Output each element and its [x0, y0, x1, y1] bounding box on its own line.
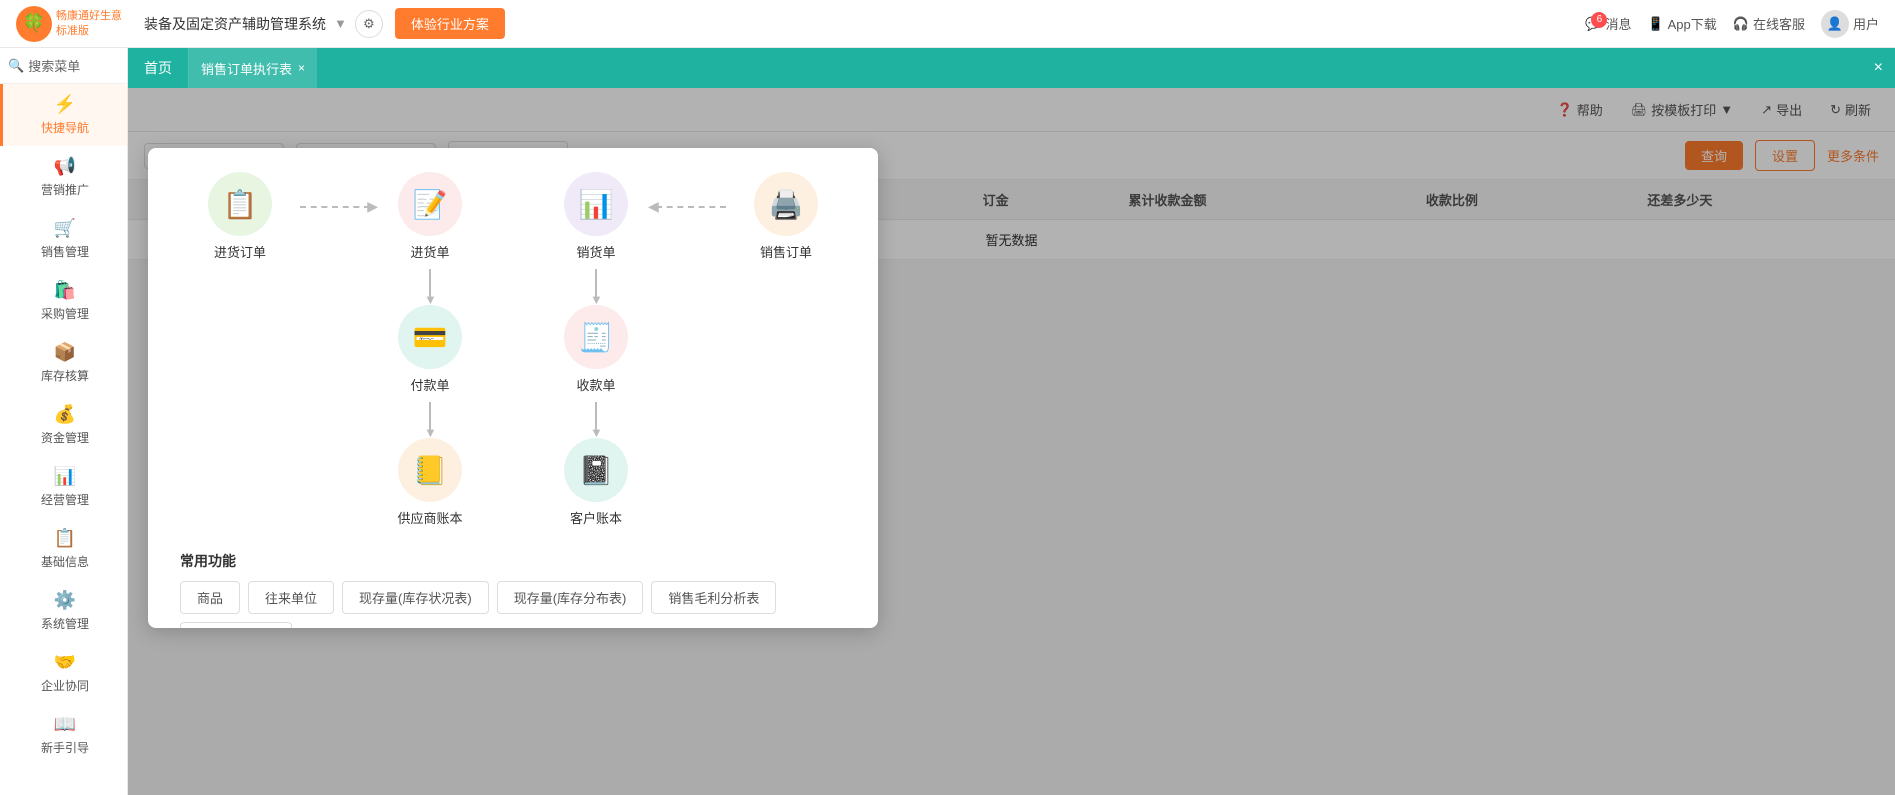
app-container: 🍀 畅康通好生意 标准版 装备及固定资产辅助管理系统 ▼ ⚙ 体验行业方案 💬 …: [0, 0, 1895, 795]
avatar: 👤: [1821, 10, 1849, 38]
arrow-left-1: ◀: [656, 206, 726, 228]
common-functions-section: 常用功能 商品 往来单位 现存量(库存状况表) 现存量(库存分布表) 销售毛利分…: [180, 551, 846, 628]
operation-icon: 📊: [54, 466, 76, 487]
sales-bill-down: ▼: [536, 269, 656, 297]
func-btn-partner[interactable]: 往来单位: [248, 581, 334, 614]
spacer-left: [180, 269, 300, 297]
flow-node-purchase-bill[interactable]: 📝 进货单: [370, 172, 490, 261]
purchase-icon: 🛍️: [54, 280, 76, 301]
top-bar: 🍀 畅康通好生意 标准版 装备及固定资产辅助管理系统 ▼ ⚙ 体验行业方案 💬 …: [0, 0, 1895, 48]
tab-bar: 首页 销售订单执行表 × ×: [128, 48, 1895, 88]
sales-icon: 🛒: [54, 218, 76, 239]
sidebar-item-purchase[interactable]: 🛍️ 采购管理: [0, 270, 127, 332]
modal-overlay[interactable]: 📋 进货订单 ▶: [128, 88, 1895, 795]
flow-row-1: 📋 进货订单 ▶: [180, 172, 846, 261]
user-menu-button[interactable]: 👤 用户: [1821, 10, 1879, 38]
flow-node-payment-bill[interactable]: 💳 付款单: [370, 305, 490, 394]
logo-area: 🍀 畅康通好生意 标准版: [16, 6, 144, 42]
tab-close-right-button[interactable]: ×: [1862, 59, 1895, 77]
sidebar: 🔍 搜索菜单 ⚡ 快捷导航 📢 营销推广 🛒 销售管理 🛍️ 采购管理 📦: [0, 48, 128, 795]
message-badge-wrap: 💬 6: [1585, 16, 1601, 32]
sidebar-item-sales[interactable]: 🛒 销售管理: [0, 208, 127, 270]
flow-node-sales-order[interactable]: 🖨️ 销售订单: [726, 172, 846, 261]
main-area: 🔍 搜索菜单 ⚡ 快捷导航 📢 营销推广 🛒 销售管理 🛍️ 采购管理 📦: [0, 48, 1895, 795]
marketing-icon: 📢: [54, 156, 76, 177]
top-right: 💬 6 消息 📱 App下载 🎧 在线客服 👤 用户: [1585, 10, 1879, 38]
func-btn-inventory-dist[interactable]: 现存量(库存分布表): [497, 581, 644, 614]
tab-home[interactable]: 首页: [128, 48, 189, 88]
sidebar-item-marketing[interactable]: 📢 营销推广: [0, 146, 127, 208]
content-area: 首页 销售订单执行表 × × ❓ 帮助 🖨: [128, 48, 1895, 795]
system-name: 装备及固定资产辅助管理系统 ▼ ⚙ 体验行业方案: [144, 8, 1585, 39]
func-btn-inventory-status[interactable]: 现存量(库存状况表): [342, 581, 489, 614]
inventory-icon: 📦: [54, 342, 76, 363]
receipt-bill-circle: 🧾: [564, 305, 628, 369]
base-info-icon: 📋: [54, 528, 76, 549]
flow-node-sales-bill[interactable]: 📊 销货单: [536, 172, 656, 261]
sales-order-circle: 🖨️: [754, 172, 818, 236]
purchase-bill-circle: 📝: [398, 172, 462, 236]
phone-icon: 📱: [1647, 16, 1663, 32]
page-content: ❓ 帮助 🖨 按模板打印 ▼ ↗ 导出 ↻ 刷新: [128, 88, 1895, 795]
supplier-ledger-circle: 📒: [398, 438, 462, 502]
sidebar-item-system[interactable]: ⚙️ 系统管理: [0, 580, 127, 642]
enterprise-icon: 🤝: [54, 652, 76, 673]
spacer-right: [726, 269, 846, 297]
system-title: 装备及固定资产辅助管理系统: [144, 14, 326, 34]
tab-close-button[interactable]: ×: [298, 61, 305, 75]
flow-row-2: 💳 付款单 🧾 收款单: [180, 305, 846, 394]
sidebar-item-base-info[interactable]: 📋 基础信息: [0, 518, 127, 580]
flow-node-customer-ledger[interactable]: 📓 客户账本: [536, 438, 656, 527]
dropdown-arrow-icon[interactable]: ▼: [334, 16, 347, 31]
trial-button[interactable]: 体验行业方案: [395, 8, 505, 39]
spacer-arrow2: [656, 269, 726, 297]
func-btn-product[interactable]: 商品: [180, 581, 240, 614]
finance-icon: 💰: [54, 404, 76, 425]
message-button[interactable]: 💬 6 消息: [1585, 14, 1631, 33]
modal-box: 📋 进货订单 ▶: [148, 148, 878, 628]
flow-arrows-row-2: ▼ ▼: [180, 402, 846, 430]
spacer-mid2: [490, 269, 536, 297]
logo-text: 畅康通好生意 标准版: [56, 9, 122, 38]
sidebar-item-operation[interactable]: 📊 经营管理: [0, 456, 127, 518]
gear-button[interactable]: ⚙: [355, 10, 383, 38]
quick-guide-icon: ⚡: [54, 94, 76, 115]
online-service-button[interactable]: 🎧 在线客服: [1733, 14, 1805, 33]
purchase-bill-down: ▼: [370, 269, 490, 297]
sidebar-item-newbie[interactable]: 📖 新手引导: [0, 704, 127, 766]
flow-row-3: 📒 供应商账本 📓 客户账本: [180, 438, 846, 527]
spacer-arrow: [300, 269, 370, 297]
system-icon: ⚙️: [54, 590, 76, 611]
func-btn-product-gross[interactable]: 商品毛利分析: [180, 622, 292, 628]
search-icon: 🔍: [8, 58, 24, 74]
sidebar-item-quick-guide[interactable]: ⚡ 快捷导航: [0, 84, 127, 146]
sidebar-item-enterprise[interactable]: 🤝 企业协同: [0, 642, 127, 704]
message-badge: 6: [1591, 12, 1607, 28]
payment-bill-circle: 💳: [398, 305, 462, 369]
sidebar-search[interactable]: 🔍 搜索菜单: [0, 48, 127, 84]
flow-node-receipt-bill[interactable]: 🧾 收款单: [536, 305, 656, 394]
newbie-icon: 📖: [54, 714, 76, 735]
logo-icon: 🍀: [16, 6, 52, 42]
sidebar-item-finance[interactable]: 💰 资金管理: [0, 394, 127, 456]
purchase-order-circle: 📋: [208, 172, 272, 236]
flow-node-supplier-ledger[interactable]: 📒 供应商账本: [370, 438, 490, 527]
tab-sales-order[interactable]: 销售订单执行表 ×: [189, 48, 317, 88]
customer-ledger-circle: 📓: [564, 438, 628, 502]
common-functions-title: 常用功能: [180, 551, 846, 571]
func-buttons-row1: 商品 往来单位 现存量(库存状况表) 现存量(库存分布表) 销售毛利分析表 商品…: [180, 581, 846, 628]
func-btn-sales-gross[interactable]: 销售毛利分析表: [651, 581, 776, 614]
sidebar-item-inventory[interactable]: 📦 库存核算: [0, 332, 127, 394]
flow-node-purchase-order[interactable]: 📋 进货订单: [180, 172, 300, 261]
headset-icon: 🎧: [1733, 16, 1749, 32]
app-download-button[interactable]: 📱 App下载: [1647, 14, 1716, 33]
flow-diagram: 📋 进货订单 ▶: [180, 172, 846, 535]
sales-bill-circle: 📊: [564, 172, 628, 236]
flow-arrows-row: ▼ ▼: [180, 269, 846, 297]
arrow-right-1: ▶: [300, 206, 370, 228]
